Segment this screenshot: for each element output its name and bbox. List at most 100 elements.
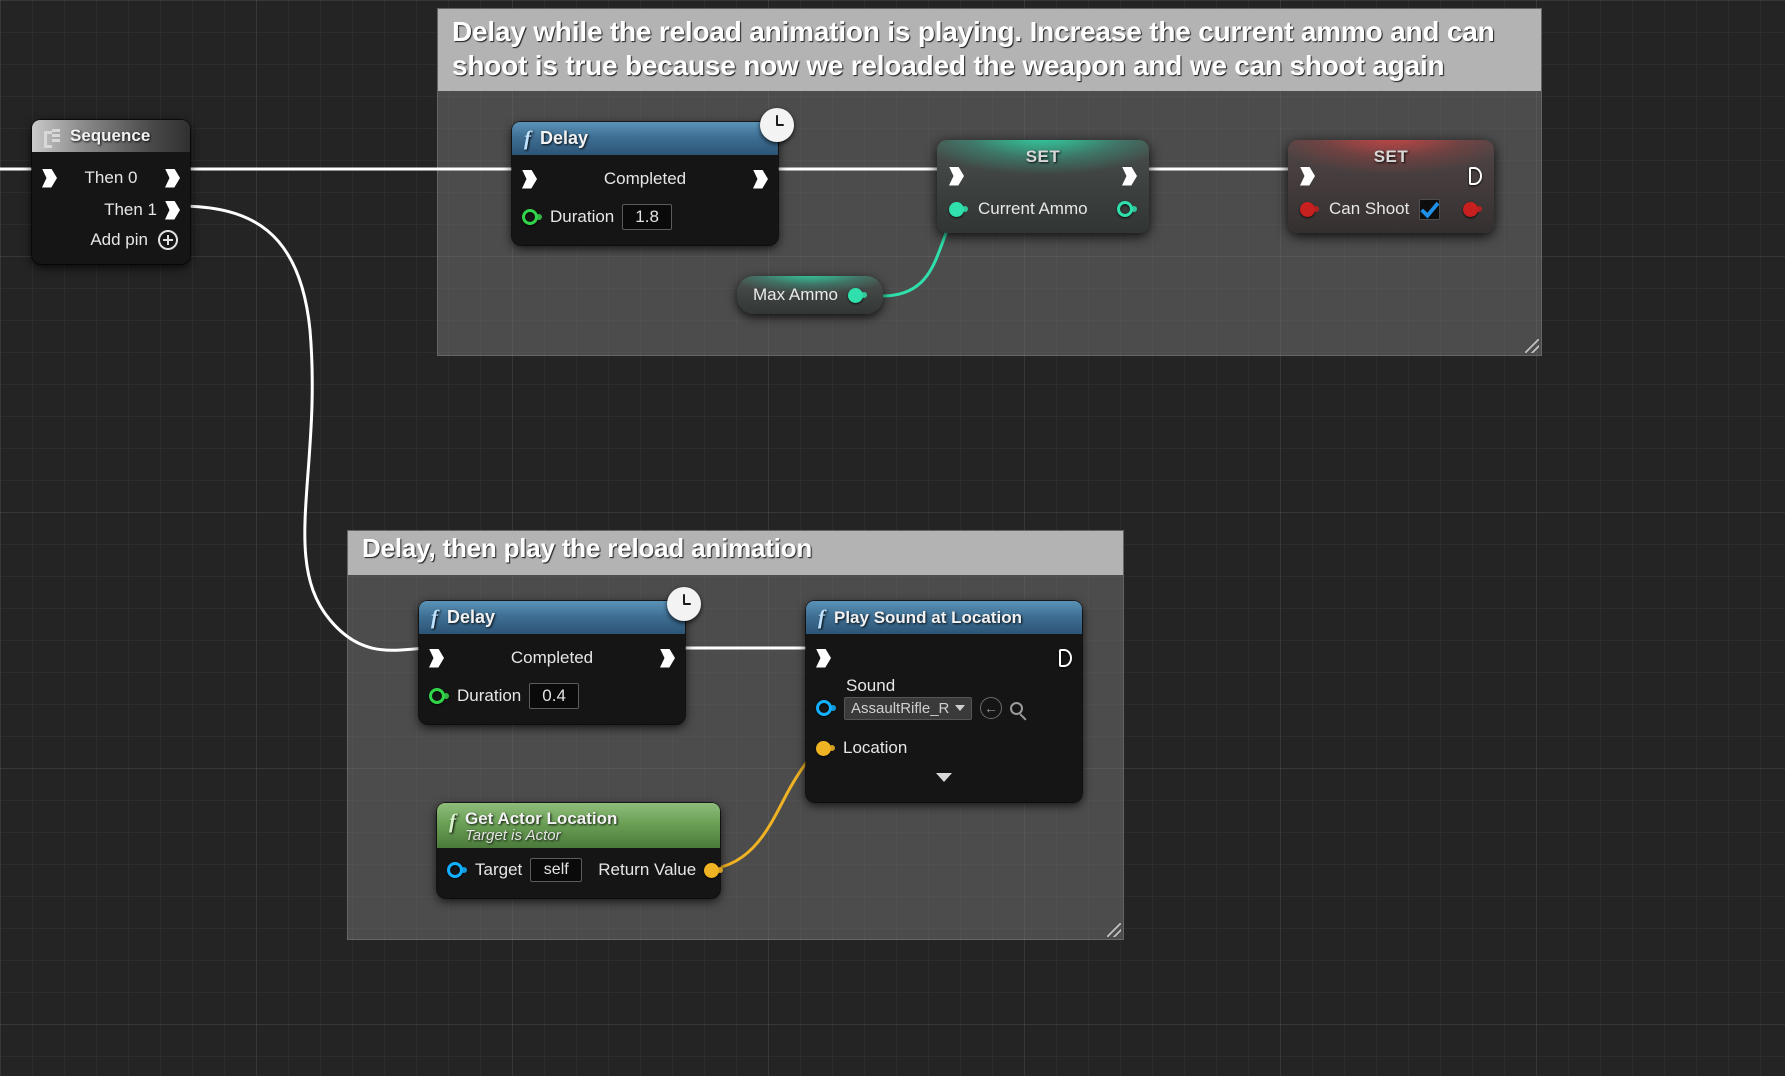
sound-input-pin-wrap[interactable] [816,700,836,716]
can-shoot-checkbox[interactable] [1419,198,1441,220]
function-f-icon: f [524,126,531,150]
sound-asset-dropdown[interactable]: AssaultRifle_Re [844,696,972,720]
can-shoot-out-nub [1476,206,1482,212]
node-set-can-shoot[interactable]: SET Can Shoot [1288,140,1494,233]
play-sound-location-label: Location [843,738,908,757]
play-sound-exec-row [806,642,1082,674]
chevron-down-icon[interactable] [936,772,952,782]
node-sequence-body: Then 0 Then 1 Add pin [32,152,190,264]
exec-in-pin[interactable] [816,648,831,668]
current-ammo-out-nub [1131,206,1137,212]
sequence-then1-label: Then 1 [104,200,157,219]
comment-title-play-anim: Delay, then play the reload animation [348,531,1123,575]
node-delay-bottom[interactable]: f Delay Completed Duration 0.4 [419,601,685,724]
delay-top-duration-value[interactable]: 1.8 [622,204,672,230]
delay-bottom-completed-label: Completed [510,648,594,667]
get-actor-location-target-row: Target self Return Value [437,854,724,886]
add-pin-icon[interactable] [158,230,178,250]
current-ammo-pin-nub [962,206,968,212]
return-value-pin-wrap[interactable] [704,862,724,878]
current-ammo-output-pin-wrap[interactable] [1117,201,1137,217]
node-delay-bottom-header[interactable]: f Delay [419,601,685,634]
node-get-actor-location[interactable]: f Get Actor Location Target is Actor Tar… [437,803,724,898]
can-shoot-output-pin-wrap[interactable] [1463,201,1482,217]
chevron-down-icon[interactable] [955,705,965,711]
set-can-shoot-var-row: Can Shoot [1288,191,1494,227]
node-delay-bottom-body: Completed Duration 0.4 [419,634,685,724]
exec-in-pin[interactable] [522,169,537,189]
sequence-add-pin-row[interactable]: Add pin [32,226,190,252]
comment-resize-handle[interactable] [1107,923,1121,937]
delay-top-completed-label: Completed [603,169,687,188]
play-sound-sound-row: AssaultRifle_Re ← [806,692,1082,724]
get-actor-location-target-value[interactable]: self [530,858,583,882]
exec-in-pin[interactable] [42,168,57,188]
function-f-icon: f [818,605,825,629]
set-can-shoot-label: Can Shoot [1329,199,1410,218]
sound-asset-value: AssaultRifle_Re [851,699,949,717]
function-f-icon: f [449,809,456,833]
exec-out-pin-then0[interactable] [165,168,180,188]
duration-pin-wrap[interactable] [429,688,449,704]
return-value-nub [717,867,724,873]
node-max-ammo-getter[interactable]: Max Ammo [737,276,883,314]
exec-out-pin-then1[interactable] [165,200,180,220]
node-sequence-header[interactable]: Sequence [32,120,190,152]
exec-in-pin[interactable] [429,648,444,668]
get-actor-location-return-label: Return Value [598,860,697,879]
exec-out-pin-completed[interactable] [753,169,768,189]
node-delay-bottom-title: Delay [447,607,496,627]
sound-pin-nub [830,705,836,711]
location-input-pin-wrap[interactable] [816,740,835,756]
exec-out-pin[interactable] [1059,649,1072,667]
sequence-icon [44,128,61,148]
exec-in-pin[interactable] [949,166,964,186]
node-get-actor-location-title: Get Actor Location [465,809,618,828]
duration-pin-nub [443,693,449,699]
node-play-sound-body: Sound AssaultRifle_Re ← Location [806,634,1082,802]
clock-icon [760,108,794,142]
node-set-current-ammo[interactable]: SET Current Ammo [937,140,1149,233]
search-icon[interactable] [1010,701,1023,715]
node-delay-top-title: Delay [540,128,589,148]
play-sound-expander[interactable] [806,764,1082,790]
current-ammo-input-pin-wrap[interactable] [949,201,968,217]
delay-bottom-exec-row: Completed [419,642,685,674]
function-f-icon: f [431,605,438,629]
set-current-ammo-var-row: Current Ammo [937,191,1149,227]
delay-bottom-duration-row: Duration 0.4 [419,680,685,712]
target-pin-nub [461,867,467,873]
can-shoot-input-pin-wrap[interactable] [1300,201,1319,217]
checkmark-icon [1420,201,1440,219]
duration-pin-wrap[interactable] [522,209,542,225]
play-sound-sound-label: Sound [846,676,896,695]
delay-top-duration-row: Duration 1.8 [512,201,778,233]
get-actor-location-target-label: Target [475,860,523,879]
node-get-actor-location-body: Target self Return Value [437,848,724,898]
node-delay-top[interactable]: f Delay Completed Duration 1.8 [512,122,778,245]
exec-out-pin-completed[interactable] [660,648,675,668]
node-play-sound-header[interactable]: f Play Sound at Location [806,601,1082,634]
target-input-pin-wrap[interactable] [447,862,467,878]
node-play-sound-title: Play Sound at Location [834,607,1022,627]
node-delay-top-header[interactable]: f Delay [512,122,778,155]
blueprint-graph-canvas[interactable]: Delay while the reload animation is play… [0,0,1785,1076]
browse-asset-icon[interactable]: ← [980,697,1002,719]
comment-resize-handle[interactable] [1525,339,1539,353]
node-get-actor-location-subtitle: Target is Actor [465,827,561,844]
node-play-sound-at-location[interactable]: f Play Sound at Location Sound AssaultRi… [806,601,1082,802]
node-sequence[interactable]: Sequence Then 0 Then 1 Add pin [32,120,190,264]
max-ammo-label: Max Ammo [753,285,839,304]
max-ammo-output-pin-wrap[interactable] [848,287,868,303]
can-shoot-pin-nub [1313,206,1319,212]
exec-out-pin[interactable] [1469,167,1482,185]
delay-bottom-duration-value[interactable]: 0.4 [529,683,579,709]
exec-out-pin[interactable] [1122,166,1137,186]
exec-in-pin[interactable] [1300,166,1315,186]
node-delay-top-body: Completed Duration 1.8 [512,155,778,245]
node-get-actor-location-header[interactable]: f Get Actor Location Target is Actor [437,803,720,848]
delay-bottom-duration-label: Duration [457,686,522,705]
get-actor-location-title-group: Get Actor Location Target is Actor [465,809,617,844]
sequence-add-pin-label: Add pin [90,230,148,249]
delay-top-exec-row: Completed [512,163,778,195]
